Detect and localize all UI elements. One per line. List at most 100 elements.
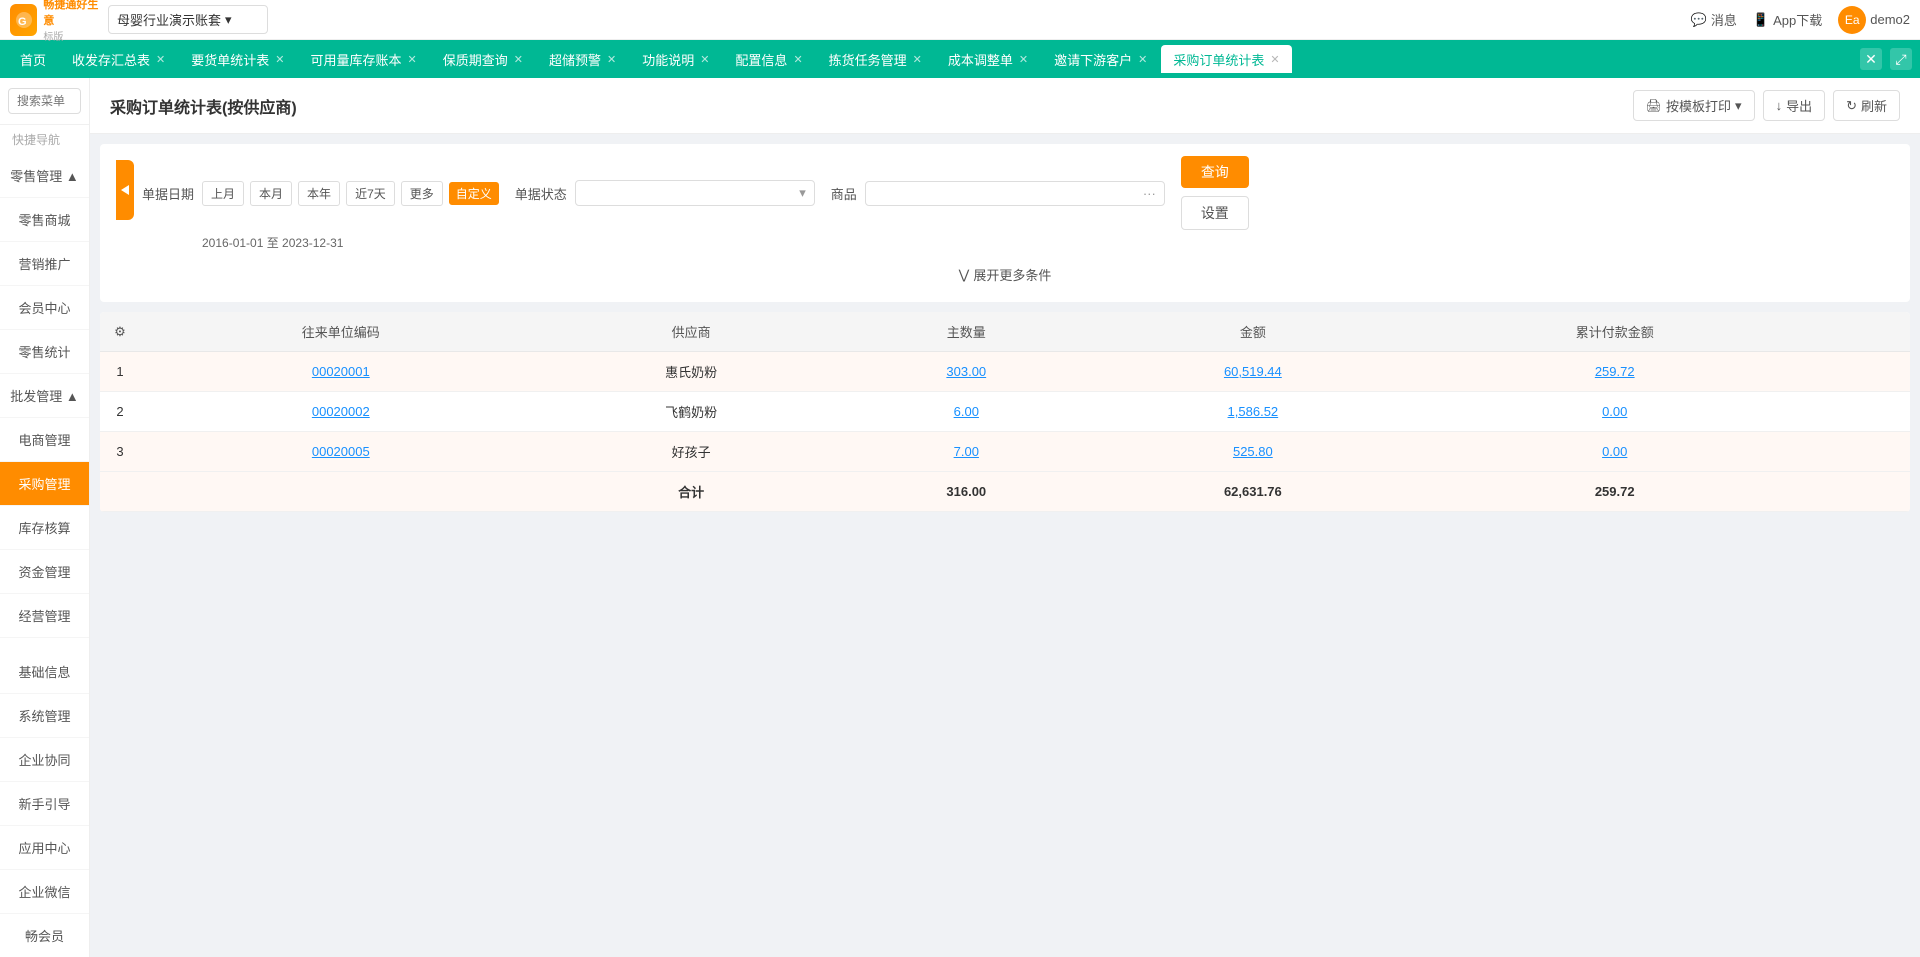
- sidebar-item-finance-mgmt[interactable]: 资金管理: [0, 550, 89, 594]
- close-icon[interactable]: ✕: [156, 53, 165, 66]
- sidebar-item-wholesale-mgmt[interactable]: 批发管理 ▲: [0, 374, 89, 418]
- tab-cost-adjust[interactable]: 成本调整单 ✕: [936, 45, 1040, 73]
- tab-receive-pay[interactable]: 收发存汇总表 ✕: [60, 45, 177, 73]
- close-icon[interactable]: ✕: [793, 53, 802, 66]
- sidebar-item-enterprise-wechat[interactable]: 企业微信: [0, 870, 89, 914]
- tab-overstock[interactable]: 超储预警 ✕: [537, 45, 628, 73]
- export-btn[interactable]: ↓ 导出: [1763, 90, 1826, 121]
- filter-row-1: 单据日期 上月 本月 本年 近7天 更多 自定义: [142, 156, 1894, 230]
- sidebar-item-app-center[interactable]: 应用中心: [0, 826, 89, 870]
- qty-link[interactable]: 7.00: [954, 444, 979, 459]
- close-icon[interactable]: ✕: [1019, 53, 1028, 66]
- filter-collapse-btn[interactable]: [116, 160, 134, 220]
- search-input[interactable]: [8, 88, 81, 114]
- cell-no-1: 1: [100, 352, 140, 392]
- footer-supplier: 合计: [542, 472, 841, 512]
- paid-link[interactable]: 0.00: [1602, 404, 1627, 419]
- top-bar-left: G 畅捷通好生意 标版 母婴行业演示账套 ▾: [10, 0, 268, 43]
- sidebar-item-purchase-mgmt[interactable]: 采购管理: [0, 462, 89, 506]
- tab-picking-task[interactable]: 拣货任务管理 ✕: [817, 45, 934, 73]
- close-icon[interactable]: ✕: [1138, 53, 1147, 66]
- code-link[interactable]: 00020002: [312, 404, 370, 419]
- cell-paid-2: 0.00: [1414, 392, 1816, 432]
- close-icon[interactable]: ✕: [913, 53, 922, 66]
- tab-config-info[interactable]: 配置信息 ✕: [723, 45, 814, 73]
- close-icon[interactable]: ✕: [514, 53, 523, 66]
- close-icon[interactable]: ✕: [1270, 53, 1279, 66]
- refresh-btn[interactable]: ↻ 刷新: [1833, 90, 1900, 121]
- sidebar-item-retail-mgmt[interactable]: 零售管理 ▲: [0, 154, 89, 198]
- quick-nav-label: 快捷导航: [0, 125, 89, 154]
- close-icon[interactable]: ✕: [408, 53, 417, 66]
- th-settings[interactable]: ⚙: [100, 312, 140, 352]
- date-btn-last-month[interactable]: 上月: [202, 181, 244, 206]
- date-btn-7days[interactable]: 近7天: [346, 181, 395, 206]
- sidebar-item-basic-info[interactable]: 基础信息: [0, 650, 89, 694]
- custom-date-tag[interactable]: 自定义: [449, 182, 499, 205]
- amount-link[interactable]: 525.80: [1233, 444, 1273, 459]
- cell-supplier-1: 惠氏奶粉: [542, 352, 841, 392]
- date-btn-this-year[interactable]: 本年: [298, 181, 340, 206]
- goods-input[interactable]: [874, 186, 1139, 201]
- chevron-icon: ▲: [66, 169, 79, 184]
- app-download-btn[interactable]: 📱 App下载: [1753, 10, 1822, 29]
- sidebar-item-new-guide[interactable]: 新手引导: [0, 782, 89, 826]
- cell-no-3: 3: [100, 432, 140, 472]
- paid-link[interactable]: 0.00: [1602, 444, 1627, 459]
- tab-home[interactable]: 首页: [8, 45, 58, 73]
- message-btn[interactable]: 💬 消息: [1691, 10, 1737, 29]
- avatar: Ea: [1838, 6, 1866, 34]
- user-avatar-btn[interactable]: Ea demo2: [1838, 6, 1910, 34]
- cell-extra-3: [1816, 432, 1911, 472]
- template-print-btn[interactable]: 🖨 按模板打印 ▾: [1633, 90, 1755, 121]
- code-link[interactable]: 00020005: [312, 444, 370, 459]
- date-btn-this-month[interactable]: 本月: [250, 181, 292, 206]
- sidebar-item-marketing[interactable]: 营销推广: [0, 242, 89, 286]
- sidebar-item-operation-mgmt[interactable]: 经营管理: [0, 594, 89, 638]
- tab-feature-desc[interactable]: 功能说明 ✕: [630, 45, 721, 73]
- sidebar-item-enterprise-collab[interactable]: 企业协同: [0, 738, 89, 782]
- table-row: 3 00020005 好孩子 7.00 525.80 0.00: [100, 432, 1910, 472]
- settings-btn[interactable]: 设置: [1181, 196, 1249, 230]
- tab-expiry-query[interactable]: 保质期查询 ✕: [431, 45, 535, 73]
- cell-code-2: 00020002: [140, 392, 542, 432]
- company-selector[interactable]: 母婴行业演示账套 ▾: [108, 5, 268, 34]
- sidebar-item-ecommerce-mgmt[interactable]: 电商管理: [0, 418, 89, 462]
- close-tab-btn[interactable]: ✕: [1860, 48, 1882, 70]
- footer-qty: 316.00: [841, 472, 1092, 512]
- tab-invite-downstream[interactable]: 邀请下游客户 ✕: [1042, 45, 1159, 73]
- qty-link[interactable]: 6.00: [954, 404, 979, 419]
- tab-available-stock[interactable]: 可用量库存账本 ✕: [298, 45, 428, 73]
- date-range-display: 2016-01-01 至 2023-12-31: [142, 234, 1894, 251]
- date-shortcuts: 上月 本月 本年 近7天 更多 自定义: [202, 181, 499, 206]
- close-icon[interactable]: ✕: [607, 53, 616, 66]
- th-paid: 累计付款金额: [1414, 312, 1816, 352]
- code-link[interactable]: 00020001: [312, 364, 370, 379]
- paid-link[interactable]: 259.72: [1595, 364, 1635, 379]
- expand-more-btn[interactable]: ⋁ 展开更多条件: [947, 259, 1064, 290]
- tab-purchase-stats[interactable]: 采购订单统计表 ✕: [1161, 45, 1291, 73]
- ellipsis-icon[interactable]: ···: [1143, 186, 1156, 201]
- sidebar-item-system-mgmt[interactable]: 系统管理: [0, 694, 89, 738]
- close-icon[interactable]: ✕: [700, 53, 709, 66]
- date-btn-more[interactable]: 更多: [401, 181, 443, 206]
- amount-link[interactable]: 60,519.44: [1224, 364, 1282, 379]
- expand-tab-btn[interactable]: ⤢: [1890, 48, 1912, 70]
- query-btn[interactable]: 查询: [1181, 156, 1249, 188]
- message-icon: 💬: [1691, 12, 1707, 28]
- chevron-down-icon: ▾: [799, 185, 806, 201]
- sidebar-item-retail-stats[interactable]: 零售统计: [0, 330, 89, 374]
- table-settings-icon[interactable]: ⚙: [114, 324, 126, 339]
- cell-code-1: 00020001: [140, 352, 542, 392]
- sidebar-item-retail-shop[interactable]: 零售商城: [0, 198, 89, 242]
- sidebar-item-vip-member[interactable]: 畅会员: [0, 914, 89, 957]
- sidebar-item-inventory-check[interactable]: 库存核算: [0, 506, 89, 550]
- amount-link[interactable]: 1,586.52: [1228, 404, 1279, 419]
- status-select[interactable]: ▾: [575, 180, 815, 206]
- table-row: 1 00020001 惠氏奶粉 303.00 60,519.44 259.72: [100, 352, 1910, 392]
- close-icon[interactable]: ✕: [275, 53, 284, 66]
- sidebar-item-member-center[interactable]: 会员中心: [0, 286, 89, 330]
- cell-paid-3: 0.00: [1414, 432, 1816, 472]
- tab-order-stats[interactable]: 要货单统计表 ✕: [179, 45, 296, 73]
- qty-link[interactable]: 303.00: [946, 364, 986, 379]
